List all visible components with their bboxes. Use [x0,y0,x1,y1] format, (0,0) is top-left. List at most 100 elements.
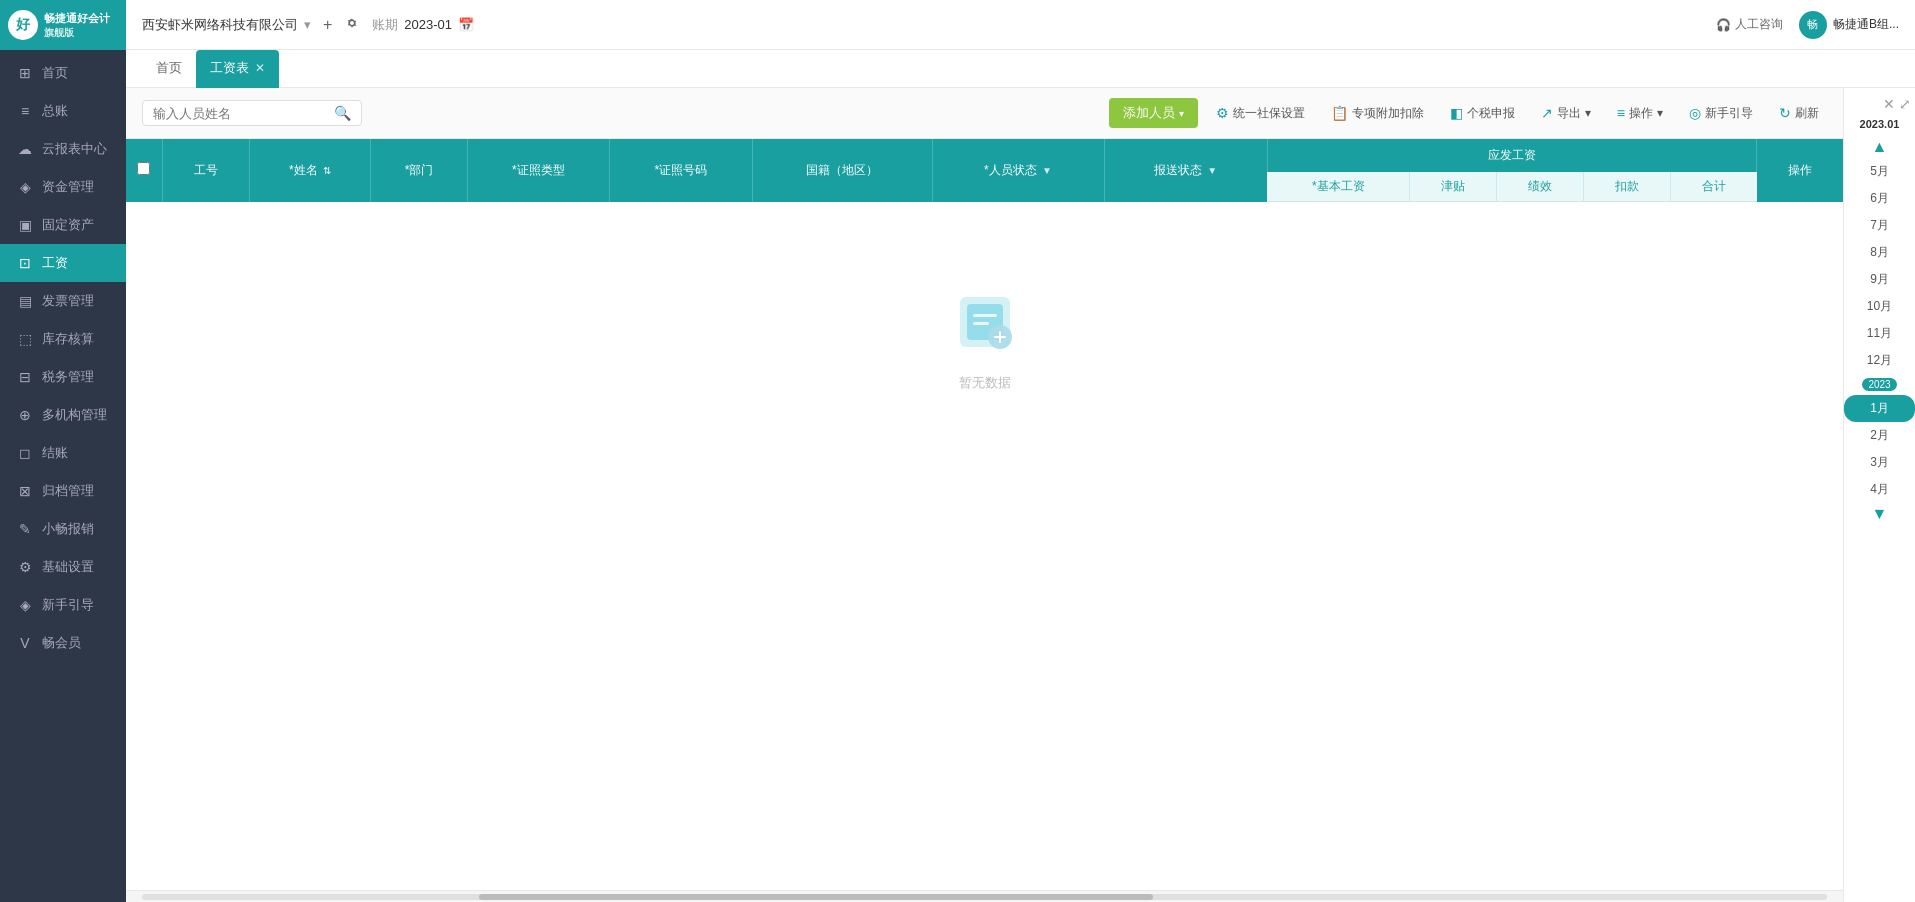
month-4-curr[interactable]: 4月 [1844,476,1915,503]
sidebar-item-guide[interactable]: ◈ 新手引导 [0,586,126,624]
panel-prev-nav[interactable]: ▲ [1870,136,1890,158]
calendar-icon[interactable]: 📅 [458,17,474,32]
user-menu[interactable]: 畅 畅捷通B组... [1799,11,1899,39]
month-5[interactable]: 5月 [1844,158,1915,185]
th-allowance: 津贴 [1410,172,1497,202]
month-8[interactable]: 8月 [1844,239,1915,266]
sidebar-item-archive[interactable]: ⊠ 归档管理 [0,472,126,510]
th-checkbox[interactable] [126,139,162,202]
month-7[interactable]: 7月 [1844,212,1915,239]
invoice-icon: ▤ [16,293,34,309]
sidebar-item-multi-org[interactable]: ⊕ 多机构管理 [0,396,126,434]
new-guide-action[interactable]: ◎ 新手引导 [1681,100,1761,127]
table-scrollbar[interactable] [126,890,1843,902]
special-deduction-icon: 📋 [1331,105,1348,121]
sidebar-item-checkout[interactable]: ◻ 结账 [0,434,126,472]
empty-state: 暂无数据 [126,202,1843,472]
search-icon[interactable]: 🔍 [334,105,351,121]
th-total: 合计 [1671,172,1757,202]
topbar-right: 🎧 人工咨询 畅 畅捷通B组... [1716,11,1899,39]
month-2-curr[interactable]: 2月 [1844,422,1915,449]
person-status-filter-icon: ▼ [1042,165,1052,176]
sidebar-item-inventory[interactable]: ⬚ 库存核算 [0,320,126,358]
search-input[interactable] [153,106,334,121]
select-all-checkbox[interactable] [137,162,150,175]
month-9[interactable]: 9月 [1844,266,1915,293]
operation-action[interactable]: ≡ 操作 ▾ [1609,100,1671,127]
scrollbar-track[interactable] [142,894,1827,900]
operation-dropdown-icon: ▾ [1657,106,1663,120]
toolbar-right: 添加人员 ▾ ⚙ 统一社保设置 📋 专项附加扣除 ◧ 个税申报 [1109,98,1827,128]
search-wrapper[interactable]: 🔍 [142,100,362,126]
logo-icon: 好 [8,10,38,40]
th-report-status[interactable]: 报送状态 ▼ [1104,139,1267,202]
sidebar-item-ledger[interactable]: ≡ 总账 [0,92,126,130]
sidebar-item-home[interactable]: ⊞ 首页 [0,54,126,92]
right-date-panel: ✕ ⤢ 2023.01 ▲ 5月 6月 7月 8月 9月 10月 [1843,88,1915,902]
home-icon: ⊞ [16,65,34,81]
month-3-curr[interactable]: 3月 [1844,449,1915,476]
avatar: 畅 [1799,11,1827,39]
tab-close-icon[interactable]: ✕ [255,61,265,75]
main-area: 西安虾米网络科技有限公司 ▾ + 账期 2023-01 📅 🎧 人工咨询 畅 畅… [126,0,1915,902]
checkout-icon: ◻ [16,445,34,461]
scrollbar-thumb[interactable] [479,894,1153,900]
sidebar-item-cloud-report[interactable]: ☁ 云报表中心 [0,130,126,168]
tax-icon: ⊟ [16,369,34,385]
guide-icon: ◈ [16,597,34,613]
month-12[interactable]: 12月 [1844,347,1915,374]
export-action[interactable]: ↗ 导出 ▾ [1533,100,1599,127]
sidebar-item-fixed-assets[interactable]: ▣ 固定资产 [0,206,126,244]
empty-text: 暂无数据 [959,374,1011,392]
tab-home-label: 首页 [156,59,182,77]
sidebar-item-salary[interactable]: ⊡ 工资 [0,244,126,282]
sidebar-item-expense[interactable]: ✎ 小畅报销 [0,510,126,548]
close-panel-btn[interactable]: ✕ [1883,96,1895,112]
table-header-main: 工号 *姓名 ⇅ *部门 *证照类型 [126,139,1843,172]
month-11[interactable]: 11月 [1844,320,1915,347]
company-settings-icon[interactable] [344,15,360,34]
period-selector[interactable]: 账期 2023-01 📅 [372,16,474,34]
expand-panel-btn[interactable]: ⤢ [1899,96,1911,112]
panel-next-nav[interactable]: ▼ [1870,503,1890,525]
social-security-action[interactable]: ⚙ 统一社保设置 [1208,100,1313,127]
inventory-icon: ⬚ [16,331,34,347]
sidebar-item-tax[interactable]: ⊟ 税务管理 [0,358,126,396]
month-10[interactable]: 10月 [1844,293,1915,320]
panel-header: 2023.01 [1856,112,1904,136]
company-selector[interactable]: 西安虾米网络科技有限公司 ▾ [142,16,311,34]
th-country: 国籍（地区） [752,139,932,202]
panel-top-btns: ✕ ⤢ [1844,92,1915,112]
ledger-icon: ≡ [16,103,34,119]
svg-rect-3 [973,322,989,325]
service-button[interactable]: 🎧 人工咨询 [1716,16,1783,33]
month-6[interactable]: 6月 [1844,185,1915,212]
refresh-action[interactable]: ↻ 刷新 [1771,100,1827,127]
special-deduction-action[interactable]: 📋 专项附加扣除 [1323,100,1432,127]
personal-tax-action[interactable]: ◧ 个税申报 [1442,100,1523,127]
company-name: 西安虾米网络科技有限公司 [142,16,298,34]
export-dropdown-icon: ▾ [1585,106,1591,120]
th-id-type: *证照类型 [467,139,610,202]
sidebar-nav: ⊞ 首页 ≡ 总账 ☁ 云报表中心 ◈ 资金管理 ▣ 固定资产 ⊡ 工资 ▤ 发… [0,50,126,902]
month-1-curr[interactable]: 1月 [1844,395,1915,422]
svg-rect-2 [973,314,997,317]
name-sort-icon: ⇅ [323,165,331,176]
add-person-button[interactable]: 添加人员 ▾ [1109,98,1198,128]
sidebar-item-basic-settings[interactable]: ⚙ 基础设置 [0,548,126,586]
tab-home[interactable]: 首页 [142,50,196,88]
sidebar-item-fund[interactable]: ◈ 资金管理 [0,168,126,206]
member-icon: V [16,635,34,651]
add-company-icon[interactable]: + [323,16,332,34]
sidebar-item-member[interactable]: V 畅会员 [0,624,126,662]
tab-salary[interactable]: 工资表 ✕ [196,50,279,88]
expense-icon: ✎ [16,521,34,537]
table-wrapper: 工号 *姓名 ⇅ *部门 *证照类型 [126,139,1843,890]
content-area: 🔍 添加人员 ▾ ⚙ 统一社保设置 📋 专项附加扣除 [126,88,1915,902]
th-person-status[interactable]: *人员状态 ▼ [932,139,1104,202]
topbar: 西安虾米网络科技有限公司 ▾ + 账期 2023-01 📅 🎧 人工咨询 畅 畅… [126,0,1915,50]
th-name[interactable]: *姓名 ⇅ [249,139,371,202]
company-dropdown-icon[interactable]: ▾ [304,17,311,32]
th-work-no: 工号 [162,139,249,202]
sidebar-item-invoice[interactable]: ▤ 发票管理 [0,282,126,320]
